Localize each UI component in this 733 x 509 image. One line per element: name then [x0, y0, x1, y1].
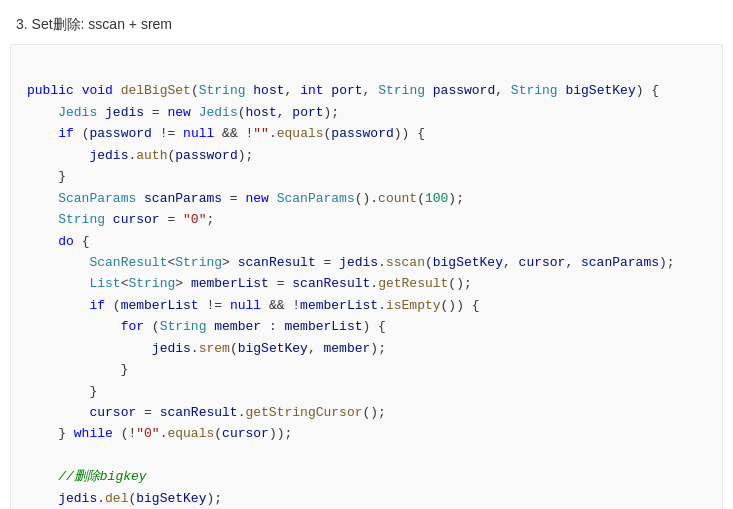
- code-line: jedis.srem(bigSetKey, member);: [11, 338, 722, 359]
- code-line: if (password != null && !"".equals(passw…: [11, 123, 722, 144]
- code-line: }: [11, 359, 722, 380]
- code-line: do {: [11, 231, 722, 252]
- code-line: } while (!"0".equals(cursor));: [11, 423, 722, 444]
- code-line: for (String member : memberList) {: [11, 316, 722, 337]
- code-line: if (memberList != null && !memberList.is…: [11, 295, 722, 316]
- code-line: public void delBigSet(String host, int p…: [11, 80, 722, 101]
- code-line: Jedis jedis = new Jedis(host, port);: [11, 102, 722, 123]
- code-line: [11, 59, 722, 80]
- code-line: ScanResult<String> scanResult = jedis.ss…: [11, 252, 722, 273]
- page-container: 3. Set删除: sscan + srem public void delBi…: [0, 0, 733, 509]
- code-line: List<String> memberList = scanResult.get…: [11, 273, 722, 294]
- code-line: cursor = scanResult.getStringCursor();: [11, 402, 722, 423]
- code-line: String cursor = "0";: [11, 209, 722, 230]
- section-title: 3. Set删除: sscan + srem: [0, 10, 733, 44]
- code-line: ScanParams scanParams = new ScanParams()…: [11, 188, 722, 209]
- code-block: public void delBigSet(String host, int p…: [10, 44, 723, 509]
- code-line: //删除bigkey: [11, 466, 722, 487]
- code-line: }: [11, 381, 722, 402]
- code-line: jedis.auth(password);: [11, 145, 722, 166]
- code-line: jedis.del(bigSetKey);: [11, 488, 722, 509]
- code-line: }: [11, 166, 722, 187]
- code-line: [11, 445, 722, 466]
